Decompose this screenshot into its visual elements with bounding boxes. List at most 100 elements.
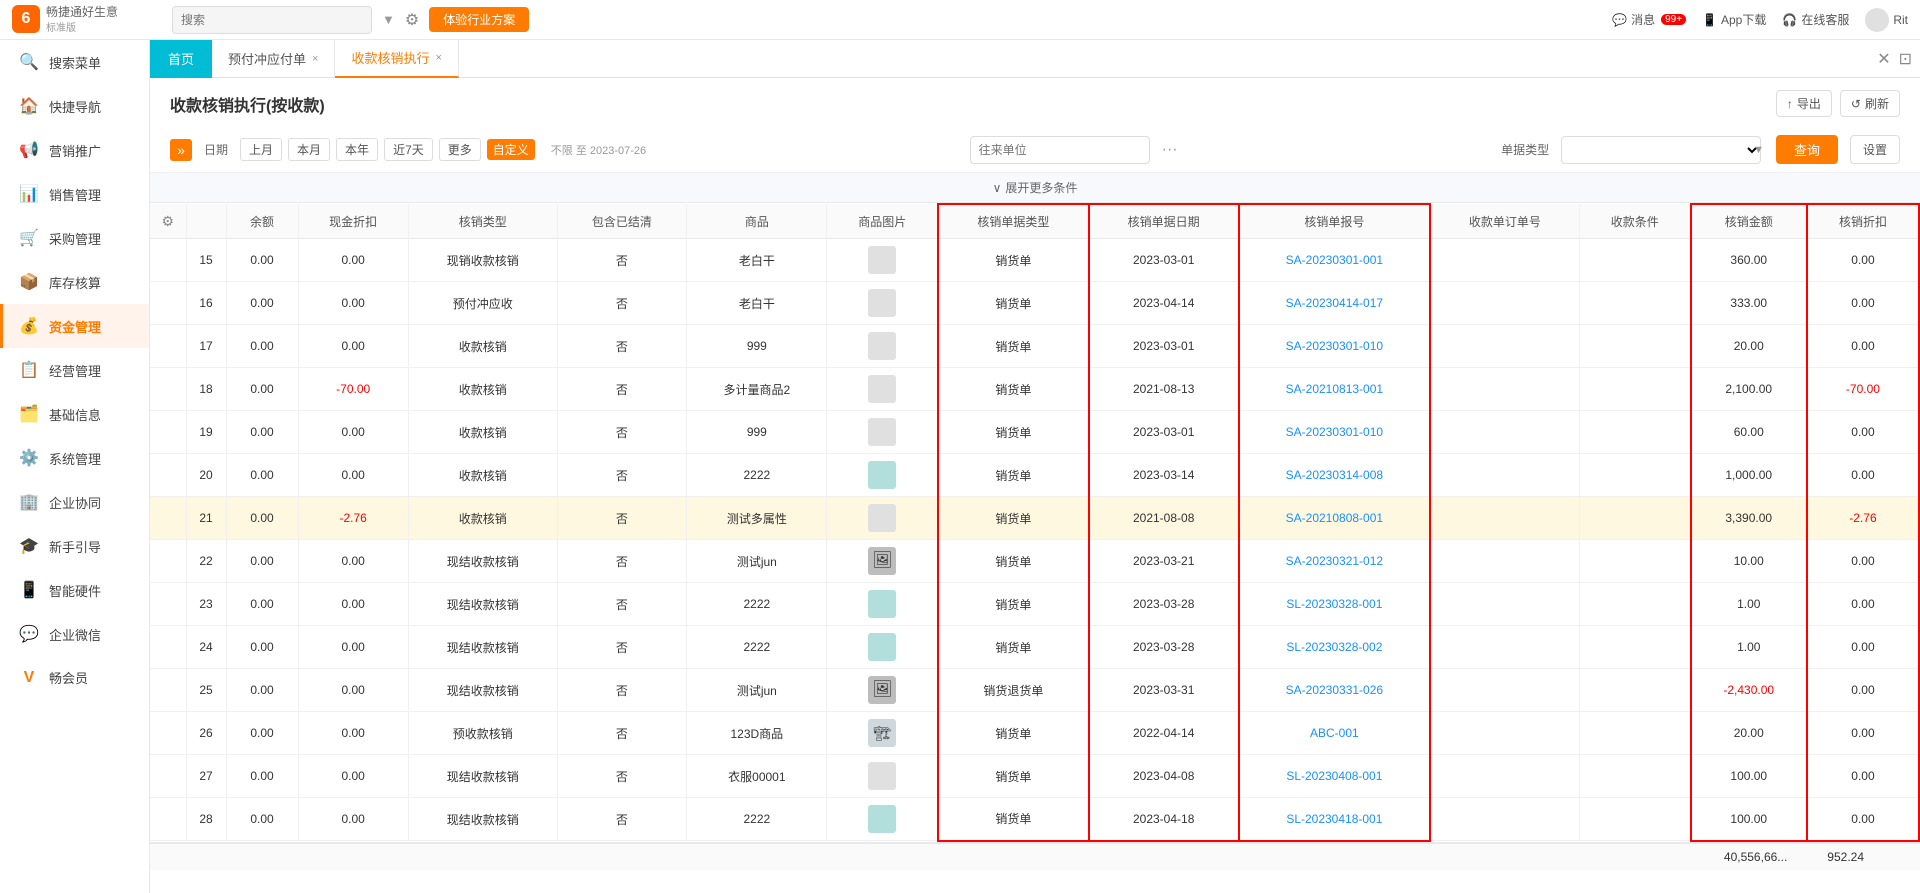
- cell-settings[interactable]: [150, 755, 186, 798]
- writeoff-bill-no-link[interactable]: SL-20230418-001: [1286, 812, 1382, 826]
- writeoff-bill-no-link[interactable]: SA-20230301-010: [1286, 425, 1383, 439]
- writeoff-bill-no-link[interactable]: SL-20230328-002: [1286, 640, 1382, 654]
- cell-writeoff-bill-no[interactable]: SL-20230408-001: [1239, 755, 1430, 798]
- col-header-settings[interactable]: ⚙: [150, 204, 186, 239]
- this-year-button[interactable]: 本年: [336, 138, 378, 161]
- tab-writeoff-close[interactable]: ×: [435, 52, 441, 64]
- tab-home[interactable]: 首页: [150, 40, 212, 78]
- cell-goods: 测试多属性: [687, 497, 827, 540]
- cell-settings[interactable]: [150, 583, 186, 626]
- cell-goods: 测试jun: [687, 540, 827, 583]
- writeoff-bill-no-link[interactable]: SL-20230408-001: [1286, 769, 1382, 783]
- custom-date-button[interactable]: 自定义: [487, 139, 535, 160]
- writeoff-bill-no-link[interactable]: SA-20210813-001: [1286, 382, 1383, 396]
- writeoff-bill-no-link[interactable]: SA-20230414-017: [1286, 296, 1383, 310]
- cell-writeoff-bill-no[interactable]: SA-20230301-010: [1239, 325, 1430, 368]
- sidebar-item-inventory[interactable]: 📦 库存核算: [0, 260, 149, 304]
- sidebar-item-newbie[interactable]: 🎓 新手引导: [0, 524, 149, 568]
- search-dropdown-icon[interactable]: ▼: [382, 12, 395, 27]
- sidebar-item-search-menu[interactable]: 🔍 搜索菜单: [0, 40, 149, 84]
- cell-writeoff-bill-no[interactable]: SL-20230328-001: [1239, 583, 1430, 626]
- cell-writeoff-bill-no[interactable]: SA-20230331-026: [1239, 669, 1430, 712]
- counterparty-input[interactable]: [970, 136, 1150, 164]
- sidebar-item-member[interactable]: V 畅会员: [0, 656, 149, 699]
- query-button[interactable]: 查询: [1776, 135, 1838, 164]
- last7-button[interactable]: 近7天: [384, 138, 433, 161]
- cell-settings[interactable]: [150, 798, 186, 841]
- export-button[interactable]: ↑ 导出: [1776, 90, 1832, 117]
- sidebar-item-purchase-label: 采购管理: [49, 229, 101, 248]
- sidebar-item-sales[interactable]: 📊 销售管理: [0, 172, 149, 216]
- sidebar-item-basic-info[interactable]: 🗂️ 基础信息: [0, 392, 149, 436]
- cell-writeoff-bill-no[interactable]: SA-20230321-012: [1239, 540, 1430, 583]
- filter-expand-button[interactable]: »: [170, 139, 192, 161]
- app-download-button[interactable]: 📱 App下载: [1702, 11, 1766, 28]
- cell-writeoff-bill-no[interactable]: SL-20230328-002: [1239, 626, 1430, 669]
- cell-writeoff-bill-no[interactable]: SA-20230314-008: [1239, 454, 1430, 497]
- cell-settings[interactable]: [150, 411, 186, 454]
- cell-settings[interactable]: [150, 626, 186, 669]
- cell-writeoff-bill-no[interactable]: SL-20230418-001: [1239, 798, 1430, 841]
- cell-settings[interactable]: [150, 239, 186, 282]
- cell-cash-discount: 0.00: [298, 325, 408, 368]
- industry-solution-button[interactable]: 体验行业方案: [429, 7, 529, 32]
- cell-writeoff-amount: 20.00: [1691, 712, 1807, 755]
- cell-writeoff-bill-no[interactable]: SA-20230414-017: [1239, 282, 1430, 325]
- tab-prepay[interactable]: 预付冲应付单 ×: [212, 40, 335, 78]
- sidebar-item-quick-nav[interactable]: 🏠 快捷导航: [0, 84, 149, 128]
- counterparty-more-icon[interactable]: ···: [1162, 141, 1178, 159]
- sidebar-item-biz[interactable]: 📋 经营管理: [0, 348, 149, 392]
- writeoff-bill-no-link[interactable]: SA-20230321-012: [1286, 554, 1383, 568]
- sidebar-item-capital[interactable]: 💰 资金管理: [0, 304, 149, 348]
- online-service-button[interactable]: 🎧 在线客服: [1782, 11, 1849, 28]
- cell-writeoff-bill-no[interactable]: SA-20210813-001: [1239, 368, 1430, 411]
- cell-receipt-condition: [1579, 798, 1690, 841]
- refresh-button[interactable]: ↺ 刷新: [1840, 90, 1900, 117]
- voucher-type-select[interactable]: [1561, 136, 1761, 164]
- sidebar-item-enterprise-wx[interactable]: 💬 企业微信: [0, 612, 149, 656]
- cell-writeoff-bill-no[interactable]: ABC-001: [1239, 712, 1430, 755]
- writeoff-bill-no-link[interactable]: SA-20230314-008: [1286, 468, 1383, 482]
- more-date-button[interactable]: 更多: [439, 138, 481, 161]
- tab-prepay-close[interactable]: ×: [312, 53, 318, 65]
- cell-settings[interactable]: [150, 712, 186, 755]
- top-search-input[interactable]: [172, 6, 372, 34]
- table-settings-icon[interactable]: ⚙: [161, 213, 174, 229]
- writeoff-bill-no-link[interactable]: SA-20230301-001: [1286, 253, 1383, 267]
- writeoff-bill-no-link[interactable]: SL-20230328-001: [1286, 597, 1382, 611]
- cell-rownum: 18: [186, 368, 226, 411]
- sidebar-item-sys[interactable]: ⚙️ 系统管理: [0, 436, 149, 480]
- cell-settings[interactable]: [150, 540, 186, 583]
- cell-settings[interactable]: [150, 325, 186, 368]
- sidebar-item-purchase[interactable]: 🛒 采购管理: [0, 216, 149, 260]
- cell-settings[interactable]: [150, 669, 186, 712]
- cell-writeoff-bill-no[interactable]: SA-20210808-001: [1239, 497, 1430, 540]
- sidebar-item-marketing[interactable]: 📢 营销推广: [0, 128, 149, 172]
- user-area[interactable]: Rit: [1865, 8, 1908, 32]
- cell-balance: 0.00: [226, 368, 298, 411]
- writeoff-bill-no-link[interactable]: SA-20230301-010: [1286, 339, 1383, 353]
- writeoff-bill-no-link[interactable]: SA-20210808-001: [1286, 511, 1383, 525]
- cell-writeoff-bill-no[interactable]: SA-20230301-010: [1239, 411, 1430, 454]
- cell-receipt-order-no: [1430, 540, 1580, 583]
- expand-more-button[interactable]: ∨ 展开更多条件: [993, 179, 1078, 196]
- tab-close-icon[interactable]: ✕: [1877, 49, 1890, 69]
- sidebar-item-sys-label: 系统管理: [49, 449, 101, 468]
- date-label: 日期: [204, 141, 228, 158]
- sidebar-item-corp-collab[interactable]: 🏢 企业协同: [0, 480, 149, 524]
- messages-button[interactable]: 💬 消息 99+: [1612, 11, 1686, 28]
- writeoff-bill-no-link[interactable]: SA-20230331-026: [1286, 683, 1383, 697]
- cell-settings[interactable]: [150, 454, 186, 497]
- settings-gear-icon[interactable]: ⚙: [405, 10, 419, 30]
- tab-expand-icon[interactable]: ⊡: [1899, 49, 1912, 69]
- writeoff-bill-no-link[interactable]: ABC-001: [1310, 726, 1359, 740]
- cell-settings[interactable]: [150, 497, 186, 540]
- tab-writeoff[interactable]: 收款核销执行 ×: [335, 40, 458, 78]
- cell-settings[interactable]: [150, 368, 186, 411]
- cell-settings[interactable]: [150, 282, 186, 325]
- cell-writeoff-bill-no[interactable]: SA-20230301-001: [1239, 239, 1430, 282]
- last-month-button[interactable]: 上月: [240, 138, 282, 161]
- this-month-button[interactable]: 本月: [288, 138, 330, 161]
- sidebar-item-smart-hw[interactable]: 📱 智能硬件: [0, 568, 149, 612]
- settings-button[interactable]: 设置: [1850, 135, 1900, 164]
